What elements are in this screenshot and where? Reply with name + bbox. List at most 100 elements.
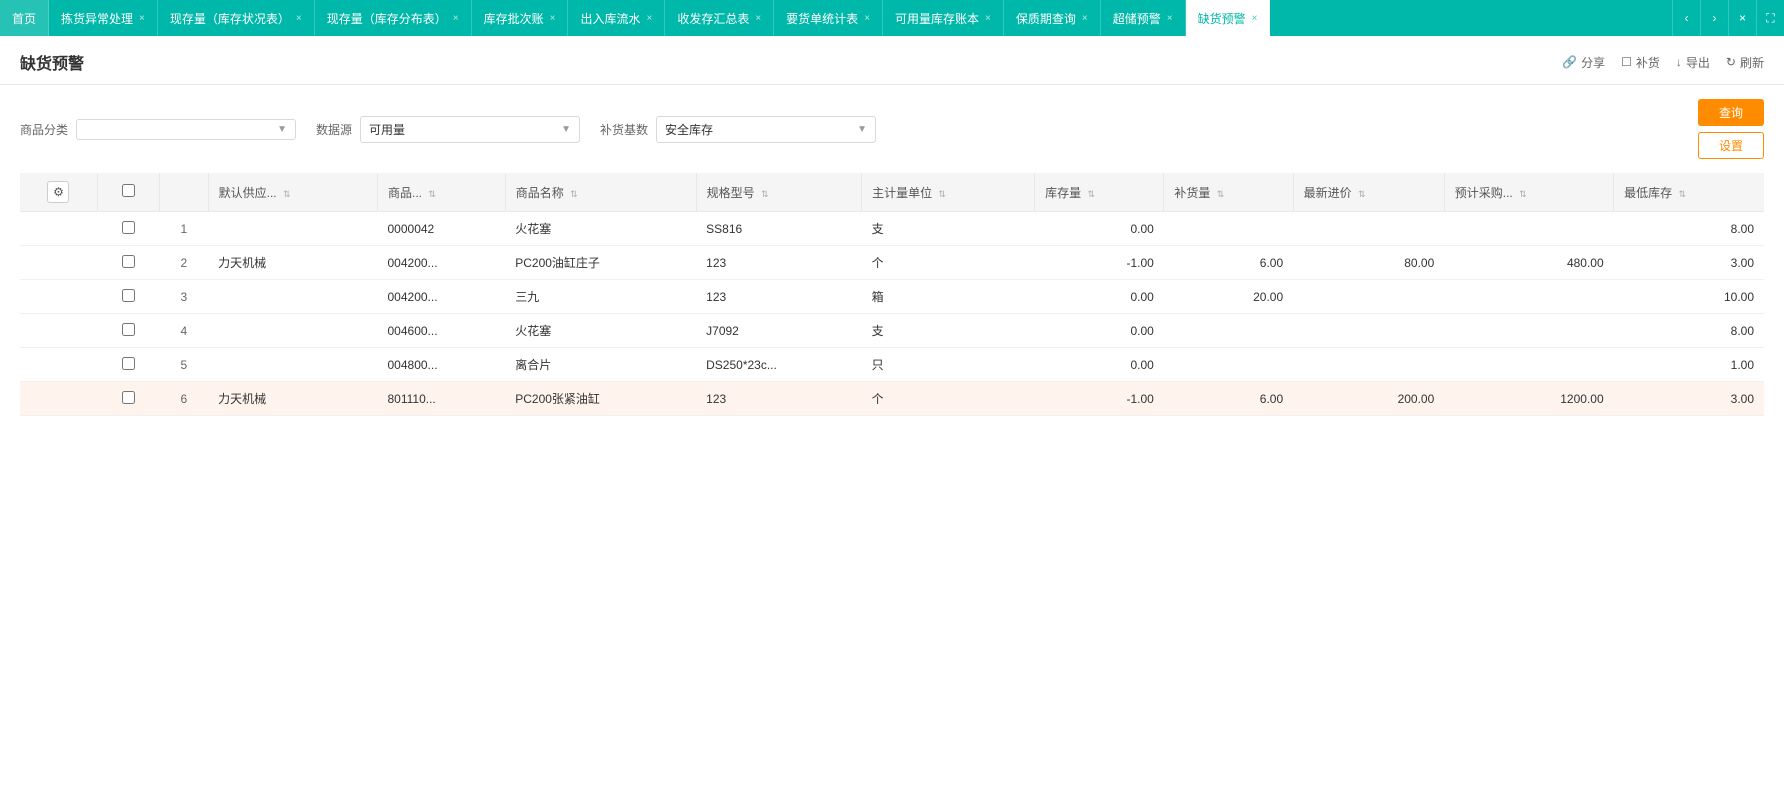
column-gear: ⚙ (20, 173, 97, 212)
nav-tab-summary[interactable]: 收发存汇总表 × (665, 0, 774, 36)
column-code[interactable]: 商品... ⇅ (378, 173, 506, 212)
column-latest-price[interactable]: 最新进价 ⇅ (1293, 173, 1444, 212)
share-button[interactable]: 🔗 分享 (1562, 54, 1605, 71)
replenish-button[interactable]: ☐ 补货 (1621, 54, 1660, 71)
nav-tab-home-label: 首页 (12, 10, 36, 27)
query-button[interactable]: 查询 (1698, 99, 1764, 126)
row-unit-2: 个 (862, 246, 1035, 280)
row-gear-cell (20, 314, 97, 348)
nav-tab-requisition-label: 要货单统计表 (786, 10, 858, 27)
nav-tab-stock-dist-close[interactable]: × (453, 13, 459, 24)
nav-prev-button[interactable]: ‹ (1672, 0, 1700, 36)
row-num-6: 6 (159, 382, 208, 416)
row-checkbox-3[interactable] (122, 289, 135, 302)
column-stock[interactable]: 库存量 ⇅ (1035, 173, 1164, 212)
nav-tab-picking[interactable]: 拣货异常处理 × (49, 0, 158, 36)
nav-tab-available-close[interactable]: × (985, 13, 991, 24)
column-name[interactable]: 商品名称 ⇅ (505, 173, 696, 212)
row-gear-cell (20, 246, 97, 280)
nav-fullscreen-button[interactable]: ⛶ (1756, 0, 1784, 36)
table-header-row: ⚙ 默认供应... ⇅ 商品... ⇅ 商品名称 ⇅ 规格型号 ⇅ 主计量单位 … (20, 173, 1764, 212)
row-spec-1: SS816 (696, 212, 861, 246)
nav-tab-batch-close[interactable]: × (550, 13, 556, 24)
row-num-1: 1 (159, 212, 208, 246)
nav-tab-stock-status[interactable]: 现存量（库存状况表） × (158, 0, 315, 36)
row-name-6: PC200张紧油缸 (505, 382, 696, 416)
row-checkbox-1[interactable] (122, 221, 135, 234)
column-settings-icon[interactable]: ⚙ (47, 181, 69, 203)
select-all-checkbox[interactable] (122, 184, 135, 197)
nav-tab-summary-close[interactable]: × (755, 13, 761, 24)
column-min-stock[interactable]: 最低库存 ⇅ (1614, 173, 1764, 212)
row-spec-6: 123 (696, 382, 861, 416)
main-content: 缺货预警 🔗 分享 ☐ 补货 ↓ 导出 ↻ 刷新 商品分类 (0, 36, 1784, 796)
row-num-4: 4 (159, 314, 208, 348)
row-replenish-6: 6.00 (1164, 382, 1293, 416)
row-stock-2: -1.00 (1035, 246, 1164, 280)
row-unit-5: 只 (862, 348, 1035, 382)
column-supplier[interactable]: 默认供应... ⇅ (208, 173, 377, 212)
row-gear-cell (20, 212, 97, 246)
replenish-filter-value: 安全库存 (665, 121, 857, 138)
nav-tab-expiry[interactable]: 保质期查询 × (1004, 0, 1101, 36)
nav-tab-batch[interactable]: 库存批次账 × (472, 0, 569, 36)
row-checkbox-6[interactable] (122, 391, 135, 404)
row-code-1: 0000042 (378, 212, 506, 246)
nav-tab-home[interactable]: 首页 (0, 0, 49, 36)
row-supplier-5 (208, 348, 377, 382)
row-code-5: 004800... (378, 348, 506, 382)
row-supplier-4 (208, 314, 377, 348)
export-label: 导出 (1686, 54, 1710, 71)
column-est-purchase[interactable]: 预计采购... ⇅ (1444, 173, 1613, 212)
nav-tab-overstock-close[interactable]: × (1167, 13, 1173, 24)
row-latest-price-6: 200.00 (1293, 382, 1444, 416)
action-buttons: 查询 设置 (1698, 99, 1764, 159)
name-sort-icon: ⇅ (570, 189, 578, 200)
nav-tab-stock-dist-label: 现存量（库存分布表） (327, 10, 447, 27)
est-purchase-sort-icon: ⇅ (1519, 189, 1527, 200)
nav-tab-requisition-close[interactable]: × (864, 13, 870, 24)
row-checkbox-5[interactable] (122, 357, 135, 370)
export-button[interactable]: ↓ 导出 (1676, 54, 1710, 71)
row-checkbox-2[interactable] (122, 255, 135, 268)
nav-tab-stock-status-close[interactable]: × (296, 13, 302, 24)
row-checkbox-4[interactable] (122, 323, 135, 336)
row-supplier-2: 力天机械 (208, 246, 377, 280)
nav-tab-available[interactable]: 可用量库存账本 × (883, 0, 1004, 36)
nav-tab-stock-dist[interactable]: 现存量（库存分布表） × (315, 0, 472, 36)
share-icon: 🔗 (1562, 55, 1577, 69)
nav-close-all-button[interactable]: × (1728, 0, 1756, 36)
datasource-filter-select[interactable]: 可用量 ▼ (360, 116, 580, 143)
nav-tab-available-label: 可用量库存账本 (895, 10, 979, 27)
column-spec[interactable]: 规格型号 ⇅ (696, 173, 861, 212)
replenish-filter-select[interactable]: 安全库存 ▼ (656, 116, 876, 143)
nav-tab-requisition[interactable]: 要货单统计表 × (774, 0, 883, 36)
row-checkbox-cell (97, 348, 159, 382)
row-est-purchase-6: 1200.00 (1444, 382, 1613, 416)
nav-tab-shortage-close[interactable]: × (1252, 13, 1258, 24)
row-est-purchase-3 (1444, 280, 1613, 314)
row-min-stock-4: 8.00 (1614, 314, 1764, 348)
nav-tab-shortage[interactable]: 缺货预警 × (1186, 0, 1271, 36)
row-name-1: 火花塞 (505, 212, 696, 246)
settings-button[interactable]: 设置 (1698, 132, 1764, 159)
min-stock-sort-icon: ⇅ (1678, 189, 1686, 200)
refresh-button[interactable]: ↻ 刷新 (1726, 54, 1764, 71)
column-unit[interactable]: 主计量单位 ⇅ (862, 173, 1035, 212)
nav-tab-flow-close[interactable]: × (646, 13, 652, 24)
row-checkbox-cell (97, 382, 159, 416)
table-row: 1 0000042 火花塞 SS816 支 0.00 8.00 (20, 212, 1764, 246)
row-min-stock-5: 1.00 (1614, 348, 1764, 382)
column-replenish[interactable]: 补货量 ⇅ (1164, 173, 1293, 212)
row-min-stock-3: 10.00 (1614, 280, 1764, 314)
nav-tab-overstock[interactable]: 超储预警 × (1101, 0, 1186, 36)
nav-next-button[interactable]: › (1700, 0, 1728, 36)
nav-tab-expiry-close[interactable]: × (1082, 13, 1088, 24)
category-filter-select[interactable]: ▼ (76, 119, 296, 140)
refresh-icon: ↻ (1726, 55, 1736, 69)
nav-tab-flow[interactable]: 出入库流水 × (568, 0, 665, 36)
row-spec-2: 123 (696, 246, 861, 280)
supplier-sort-icon: ⇅ (283, 189, 291, 200)
nav-tab-picking-close[interactable]: × (139, 13, 145, 24)
row-gear-cell (20, 382, 97, 416)
